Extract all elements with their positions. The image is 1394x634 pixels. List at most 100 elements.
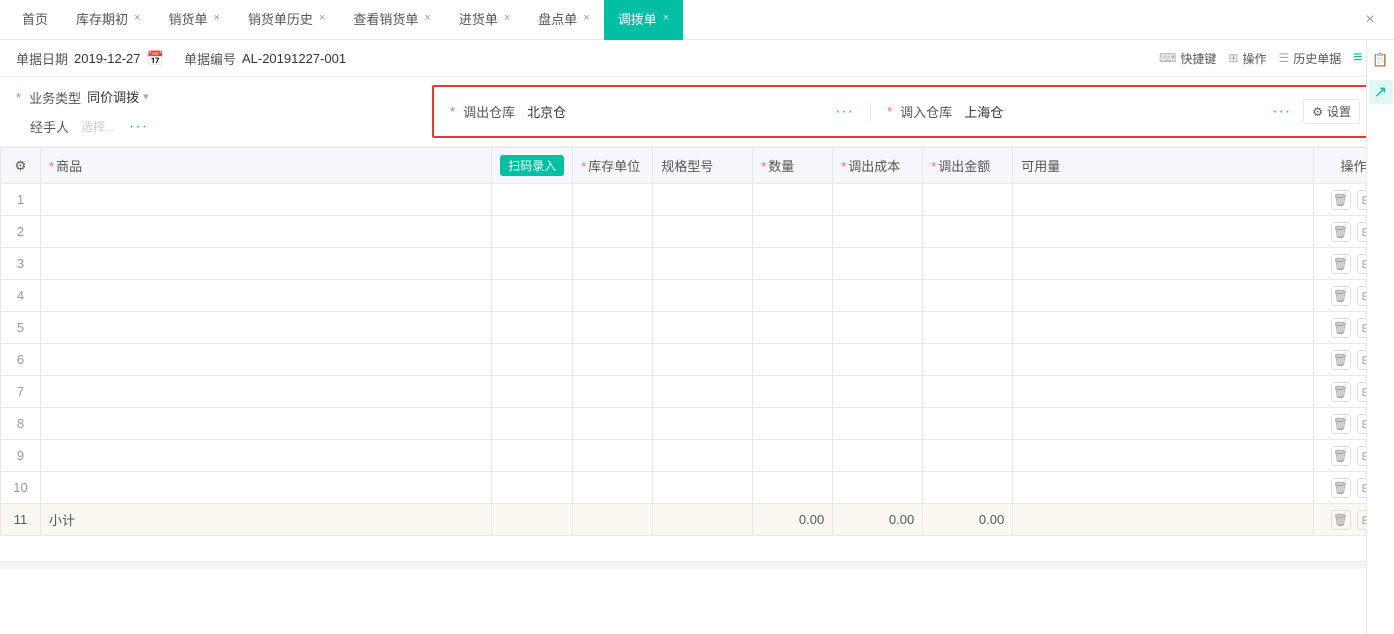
product-cell[interactable] xyxy=(41,408,492,440)
product-cell[interactable] xyxy=(41,184,492,216)
amount-cell[interactable] xyxy=(923,344,1013,376)
tab-sales-history[interactable]: 销货单历史 × xyxy=(234,0,339,40)
cost-cell[interactable] xyxy=(833,344,923,376)
product-cell[interactable] xyxy=(41,312,492,344)
cost-cell[interactable] xyxy=(833,440,923,472)
spec-cell[interactable] xyxy=(653,472,753,504)
spec-cell[interactable] xyxy=(653,344,753,376)
qty-cell[interactable] xyxy=(753,184,833,216)
handler-more-icon[interactable]: ··· xyxy=(129,118,148,136)
spec-cell[interactable] xyxy=(653,408,753,440)
spec-cell[interactable] xyxy=(653,312,753,344)
window-close-button[interactable]: × xyxy=(1354,0,1386,40)
row-delete-icon[interactable]: 🗑 xyxy=(1331,190,1351,210)
tab-inventory-init[interactable]: 库存期初 × xyxy=(62,0,154,40)
tab-stocktake[interactable]: 盘点单 × xyxy=(524,0,603,40)
qty-cell[interactable] xyxy=(753,408,833,440)
business-type-select[interactable]: 同价调拨 ▾ xyxy=(87,87,267,107)
history-button[interactable]: ☰ 历史单据 xyxy=(1278,50,1341,67)
out-warehouse-value[interactable]: 北京仓 xyxy=(527,102,566,121)
product-cell[interactable] xyxy=(41,280,492,312)
qty-cell[interactable] xyxy=(753,280,833,312)
qty-cell[interactable] xyxy=(753,312,833,344)
cost-cell[interactable] xyxy=(833,312,923,344)
col-settings-header[interactable]: ⚙ xyxy=(1,148,41,184)
row-delete-icon[interactable]: 🗑 xyxy=(1331,510,1351,530)
amount-cell[interactable] xyxy=(923,440,1013,472)
handler-select[interactable]: 选择... xyxy=(81,118,115,135)
settings-button[interactable]: ⚙ 设置 xyxy=(1303,99,1360,124)
spec-cell[interactable] xyxy=(653,184,753,216)
tab-home[interactable]: 首页 xyxy=(8,0,62,40)
spec-cell[interactable] xyxy=(653,280,753,312)
in-warehouse-value[interactable]: 上海仓 xyxy=(964,102,1003,121)
unit-cell[interactable] xyxy=(573,184,653,216)
qty-cell[interactable] xyxy=(753,472,833,504)
spec-cell[interactable] xyxy=(653,216,753,248)
qty-cell[interactable] xyxy=(753,216,833,248)
cost-cell[interactable] xyxy=(833,216,923,248)
product-cell[interactable] xyxy=(41,216,492,248)
unit-cell[interactable] xyxy=(573,216,653,248)
tab-transfer[interactable]: 调拨单 × xyxy=(604,0,683,40)
cost-cell[interactable] xyxy=(833,248,923,280)
cost-cell[interactable] xyxy=(833,376,923,408)
tab-close-sales[interactable]: × xyxy=(213,13,219,24)
qty-cell[interactable] xyxy=(753,376,833,408)
cost-cell[interactable] xyxy=(833,280,923,312)
tab-close-view-sales[interactable]: × xyxy=(424,13,430,24)
product-cell[interactable] xyxy=(41,440,492,472)
amount-cell[interactable] xyxy=(923,408,1013,440)
product-cell[interactable] xyxy=(41,344,492,376)
amount-cell[interactable] xyxy=(923,280,1013,312)
operations-button[interactable]: ⊞ 操作 xyxy=(1228,50,1266,67)
tab-purchase[interactable]: 进货单 × xyxy=(445,0,524,40)
product-cell[interactable] xyxy=(41,472,492,504)
tab-close-stocktake[interactable]: × xyxy=(583,13,589,24)
unit-cell[interactable] xyxy=(573,280,653,312)
row-delete-icon[interactable]: 🗑 xyxy=(1331,286,1351,306)
sidebar-notes-icon[interactable]: 📋 xyxy=(1369,48,1393,72)
row-delete-icon[interactable]: 🗑 xyxy=(1331,254,1351,274)
amount-cell[interactable] xyxy=(923,376,1013,408)
scan-button[interactable]: 扫码录入 xyxy=(500,155,564,176)
row-delete-icon[interactable]: 🗑 xyxy=(1331,382,1351,402)
amount-cell[interactable] xyxy=(923,312,1013,344)
tab-sales-order[interactable]: 销货单 × xyxy=(154,0,233,40)
row-delete-icon[interactable]: 🗑 xyxy=(1331,350,1351,370)
tab-close-inventory[interactable]: × xyxy=(134,13,140,24)
out-warehouse-more-icon[interactable]: ··· xyxy=(835,103,854,121)
calendar-icon[interactable]: 📅 xyxy=(147,50,164,67)
doc-date-value[interactable]: 2019-12-27 xyxy=(74,51,141,66)
row-delete-icon[interactable]: 🗑 xyxy=(1331,414,1351,434)
row-delete-icon[interactable]: 🗑 xyxy=(1331,318,1351,338)
row-delete-icon[interactable]: 🗑 xyxy=(1331,222,1351,242)
shortcuts-button[interactable]: ⌨ 快捷键 xyxy=(1159,50,1216,67)
spec-cell[interactable] xyxy=(653,376,753,408)
product-cell[interactable] xyxy=(41,248,492,280)
amount-cell[interactable] xyxy=(923,472,1013,504)
unit-cell[interactable] xyxy=(573,376,653,408)
unit-cell[interactable] xyxy=(573,440,653,472)
tab-close-transfer[interactable]: × xyxy=(663,13,669,24)
spec-cell[interactable] xyxy=(653,248,753,280)
unit-cell[interactable] xyxy=(573,344,653,376)
spec-cell[interactable] xyxy=(653,440,753,472)
tab-view-sales[interactable]: 查看销货单 × xyxy=(339,0,444,40)
tab-close-sales-history[interactable]: × xyxy=(319,13,325,24)
tab-close-purchase[interactable]: × xyxy=(504,13,510,24)
list-view-icon[interactable]: ≡ xyxy=(1353,49,1362,67)
qty-cell[interactable] xyxy=(753,440,833,472)
row-delete-icon[interactable]: 🗑 xyxy=(1331,446,1351,466)
product-cell[interactable] xyxy=(41,376,492,408)
amount-cell[interactable] xyxy=(923,216,1013,248)
amount-cell[interactable] xyxy=(923,184,1013,216)
unit-cell[interactable] xyxy=(573,312,653,344)
sidebar-export-icon[interactable]: ↗ xyxy=(1369,80,1393,104)
unit-cell[interactable] xyxy=(573,472,653,504)
in-warehouse-more-icon[interactable]: ··· xyxy=(1272,103,1291,121)
unit-cell[interactable] xyxy=(573,248,653,280)
cost-cell[interactable] xyxy=(833,408,923,440)
qty-cell[interactable] xyxy=(753,248,833,280)
unit-cell[interactable] xyxy=(573,408,653,440)
